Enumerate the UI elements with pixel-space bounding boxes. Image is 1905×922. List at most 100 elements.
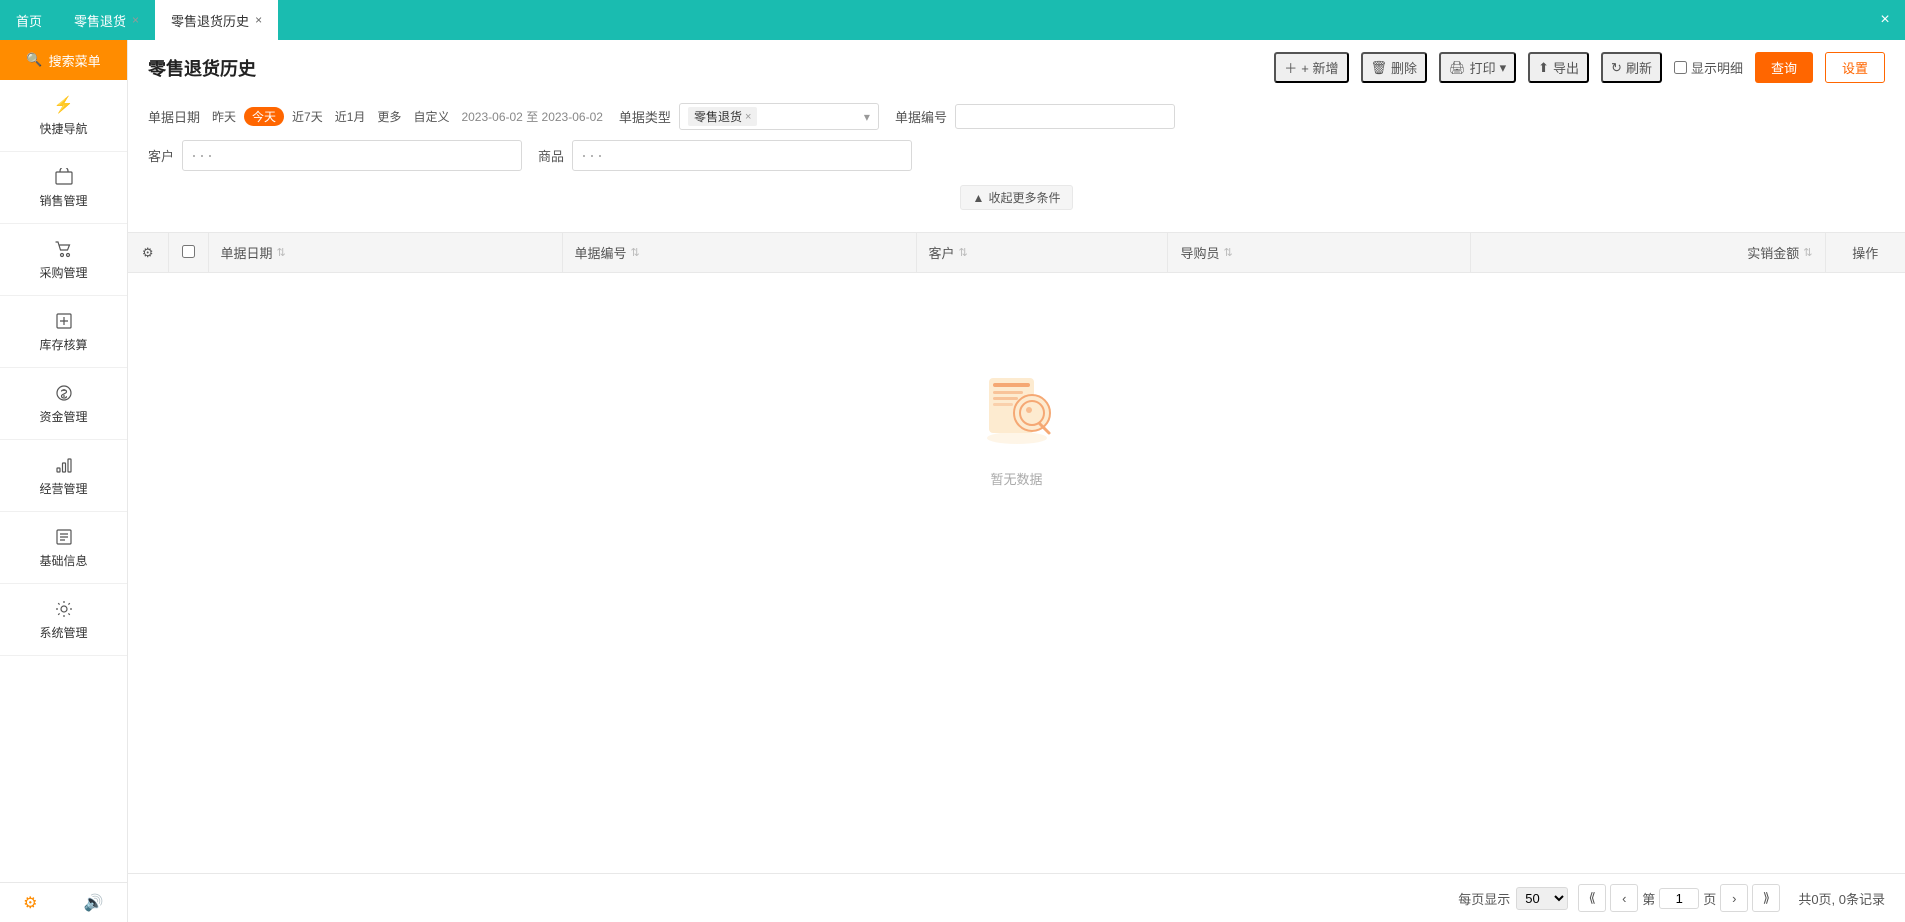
export-button[interactable]: ⬆ 导出 — [1528, 52, 1589, 83]
sidebar-item-quick-nav[interactable]: ⚡ 快捷导航 — [0, 80, 127, 152]
sidebar-item-purchase[interactable]: 采购管理 — [0, 224, 127, 296]
type-filter: 单据类型 零售退货 × ▾ — [619, 103, 879, 130]
next-page-button[interactable]: › — [1720, 884, 1748, 912]
pagination: ⟪ ‹ 第 页 › ⟫ — [1578, 884, 1780, 912]
first-page-button[interactable]: ⟪ — [1578, 884, 1606, 912]
sidebar-bottom: ⚙ 🔊 — [0, 882, 127, 922]
page-size-wrap: 每页显示 20 50 100 200 — [1458, 887, 1568, 910]
show-detail-wrap: 显示明细 — [1674, 58, 1743, 77]
th-date-sort-icon[interactable]: ⇅ — [277, 246, 286, 259]
table-body: 暂无数据 — [128, 273, 1905, 569]
new-button[interactable]: ＋ + 新增 — [1274, 52, 1348, 83]
type-label: 单据类型 — [619, 107, 671, 126]
finance-icon — [53, 382, 75, 404]
th-amount-sort-icon[interactable]: ⇅ — [1803, 246, 1812, 259]
show-detail-label: 显示明细 — [1691, 58, 1743, 77]
page-number-input[interactable] — [1659, 888, 1699, 909]
empty-state: 暂无数据 — [128, 273, 1905, 568]
tab-home[interactable]: 首页 — [0, 0, 58, 40]
th-guide-sort-icon[interactable]: ⇅ — [1224, 246, 1233, 259]
total-info: 共0页, 0条记录 — [1798, 889, 1885, 908]
refresh-label: 刷新 — [1626, 58, 1652, 77]
toolbar: ＋ + 新增 🗑 删除 🖨 打印 ▾ ⬆ 导出 — [1274, 52, 1885, 83]
tab-retail-return-close[interactable]: × — [132, 13, 139, 27]
query-button[interactable]: 查询 — [1755, 52, 1813, 83]
prev-page-button[interactable]: ‹ — [1610, 884, 1638, 912]
show-detail-checkbox[interactable] — [1674, 61, 1687, 74]
collapse-button[interactable]: ▲ 收起更多条件 — [960, 185, 1074, 210]
goods-input-wrap[interactable]: ··· — [572, 140, 912, 171]
sidebar-search[interactable]: 🔍 搜索菜单 — [0, 40, 127, 80]
refresh-button[interactable]: ↻ 刷新 — [1601, 52, 1662, 83]
empty-text: 暂无数据 — [990, 469, 1042, 488]
topbar: 首页 零售退货 × 零售退货历史 × × — [0, 0, 1905, 40]
sidebar-item-sales[interactable]: 销售管理 — [0, 152, 127, 224]
export-label: 导出 — [1553, 58, 1579, 77]
sidebar: 🔍 搜索菜单 ⚡ 快捷导航 销售管理 采购管理 — [0, 40, 128, 922]
tab-retail-return-history-close[interactable]: × — [255, 13, 262, 27]
th-date: 单据日期 ⇅ — [208, 233, 562, 273]
goods-label: 商品 — [538, 146, 564, 165]
sidebar-item-inventory[interactable]: 库存核算 — [0, 296, 127, 368]
number-filter: 单据编号 — [895, 104, 1175, 129]
page-title-bar: 零售退货历史 ＋ + 新增 🗑 删除 🖨 打印 ▾ — [148, 52, 1885, 83]
th-customer-label: 客户 — [929, 243, 955, 262]
delete-button[interactable]: 🗑 删除 — [1361, 52, 1428, 83]
delete-icon: 🗑 — [1371, 60, 1388, 76]
date-label: 单据日期 — [148, 107, 200, 126]
th-amount-label: 实销金额 — [1747, 243, 1799, 262]
page-suffix: 页 — [1703, 889, 1716, 908]
setting-button[interactable]: 设置 — [1825, 52, 1885, 83]
tab-list: 首页 零售退货 × 零售退货历史 × — [0, 0, 1865, 40]
date-to: 2023-06-02 — [542, 110, 603, 124]
type-tag-close[interactable]: × — [745, 111, 751, 123]
th-customer-sort-icon[interactable]: ⇅ — [959, 246, 968, 259]
goods-filter: 商品 ··· — [538, 140, 912, 171]
quick-nav-icon: ⚡ — [53, 94, 75, 116]
table-header-row: ⚙ 单据日期 ⇅ 单据编号 — [128, 233, 1905, 273]
sidebar-item-system[interactable]: 系统管理 — [0, 584, 127, 656]
page-prefix: 第 — [1642, 889, 1655, 908]
settings-bottom-btn[interactable]: ⚙ — [23, 893, 37, 913]
number-input[interactable] — [955, 104, 1175, 129]
page-title: 零售退货历史 — [148, 55, 256, 81]
sidebar-item-finance[interactable]: 资金管理 — [0, 368, 127, 440]
select-all-checkbox[interactable] — [182, 245, 195, 258]
print-chevron-icon: ▾ — [1500, 60, 1507, 76]
date-btn-yesterday[interactable]: 昨天 — [208, 107, 240, 126]
date-btn-today[interactable]: 今天 — [244, 107, 284, 126]
last-page-button[interactable]: ⟫ — [1752, 884, 1780, 912]
date-filter: 单据日期 昨天 今天 近7天 近1月 更多 自定义 2023-06-02 至 — [148, 107, 603, 126]
table-settings-icon[interactable]: ⚙ — [142, 245, 154, 260]
purchase-icon — [53, 238, 75, 260]
date-btn-custom[interactable]: 自定义 — [409, 107, 453, 126]
tab-retail-return[interactable]: 零售退货 × — [58, 0, 155, 40]
tab-retail-return-history[interactable]: 零售退货历史 × — [155, 0, 278, 40]
sidebar-search-label: 搜索菜单 — [49, 51, 101, 70]
date-btn-1month[interactable]: 近1月 — [331, 107, 370, 126]
new-label: + 新增 — [1301, 58, 1338, 77]
print-button[interactable]: 🖨 打印 ▾ — [1439, 52, 1516, 83]
th-date-label: 单据日期 — [221, 243, 273, 262]
content-area: 零售退货历史 ＋ + 新增 🗑 删除 🖨 打印 ▾ — [128, 40, 1905, 922]
date-btn-more[interactable]: 更多 — [373, 107, 405, 126]
customer-input-wrap[interactable]: ··· — [182, 140, 522, 171]
page-size-select[interactable]: 20 50 100 200 — [1516, 887, 1568, 910]
type-select-arrow-icon: ▾ — [864, 110, 870, 124]
type-select[interactable]: 零售退货 × ▾ — [679, 103, 879, 130]
type-tag-label: 零售退货 — [694, 108, 742, 125]
sales-icon — [53, 166, 75, 188]
collapse-arrow-icon: ▲ — [973, 191, 985, 205]
th-guide: 导购员 ⇅ — [1168, 233, 1471, 273]
th-number-sort-icon[interactable]: ⇅ — [631, 246, 640, 259]
search-icon: 🔍 — [26, 52, 42, 68]
sidebar-item-basic-info[interactable]: 基础信息 — [0, 512, 127, 584]
goods-dots: ··· — [581, 145, 605, 166]
th-action: 操作 — [1825, 233, 1905, 273]
audio-bottom-btn[interactable]: 🔊 — [84, 893, 104, 913]
sidebar-item-operations[interactable]: 经营管理 — [0, 440, 127, 512]
date-btn-7days[interactable]: 近7天 — [288, 107, 327, 126]
customer-dots: ··· — [191, 145, 215, 166]
window-close-button[interactable]: × — [1865, 0, 1905, 40]
page-size-label: 每页显示 — [1458, 889, 1510, 908]
